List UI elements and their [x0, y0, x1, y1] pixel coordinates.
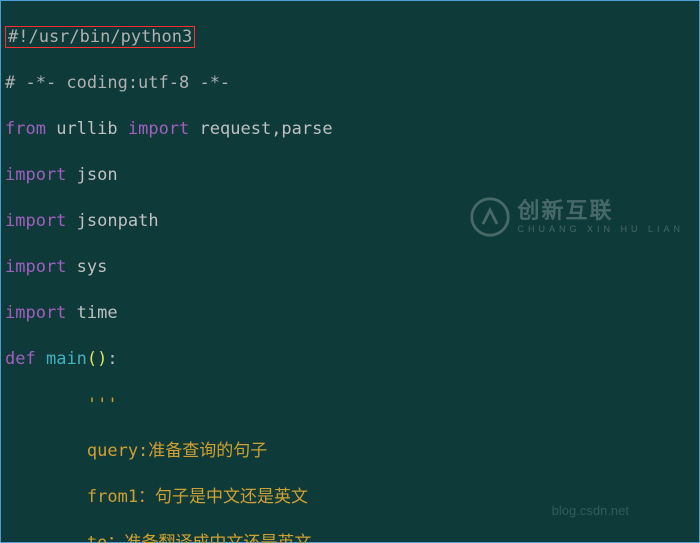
- code-line: from1：句子是中文还是英文: [5, 486, 695, 509]
- kw-from: from: [5, 119, 46, 139]
- code-line: ''': [5, 394, 695, 417]
- module: jsonpath: [77, 211, 159, 231]
- module: json: [77, 165, 118, 185]
- kw-import: import: [5, 303, 66, 323]
- module: sys: [77, 257, 108, 277]
- shebang-line: #!/usr/bin/python3: [5, 26, 195, 48]
- kw-import: import: [5, 165, 66, 185]
- code-line: import sys: [5, 256, 695, 279]
- colon: :: [107, 349, 117, 369]
- parens: (): [87, 349, 107, 369]
- func-name: main: [46, 349, 87, 369]
- kw-import: import: [5, 211, 66, 231]
- code-line: import jsonpath: [5, 210, 695, 233]
- code-line: import time: [5, 302, 695, 325]
- code-line: import json: [5, 164, 695, 187]
- kw-import: import: [128, 119, 189, 139]
- code-editor: #!/usr/bin/python3 # -*- coding:utf-8 -*…: [0, 0, 700, 543]
- code-line: from urllib import request,parse: [5, 118, 695, 141]
- kw-import: import: [5, 257, 66, 277]
- module: urllib: [56, 119, 117, 139]
- kw-def: def: [5, 349, 36, 369]
- code-line: def main():: [5, 348, 695, 371]
- code-line: to：准备翻译成中文还是英文: [5, 532, 695, 543]
- code-line: #!/usr/bin/python3: [5, 26, 695, 49]
- module: time: [77, 303, 118, 323]
- names: request,parse: [200, 119, 333, 139]
- code-line: # -*- coding:utf-8 -*-: [5, 72, 695, 95]
- code-line: query:准备查询的句子: [5, 440, 695, 463]
